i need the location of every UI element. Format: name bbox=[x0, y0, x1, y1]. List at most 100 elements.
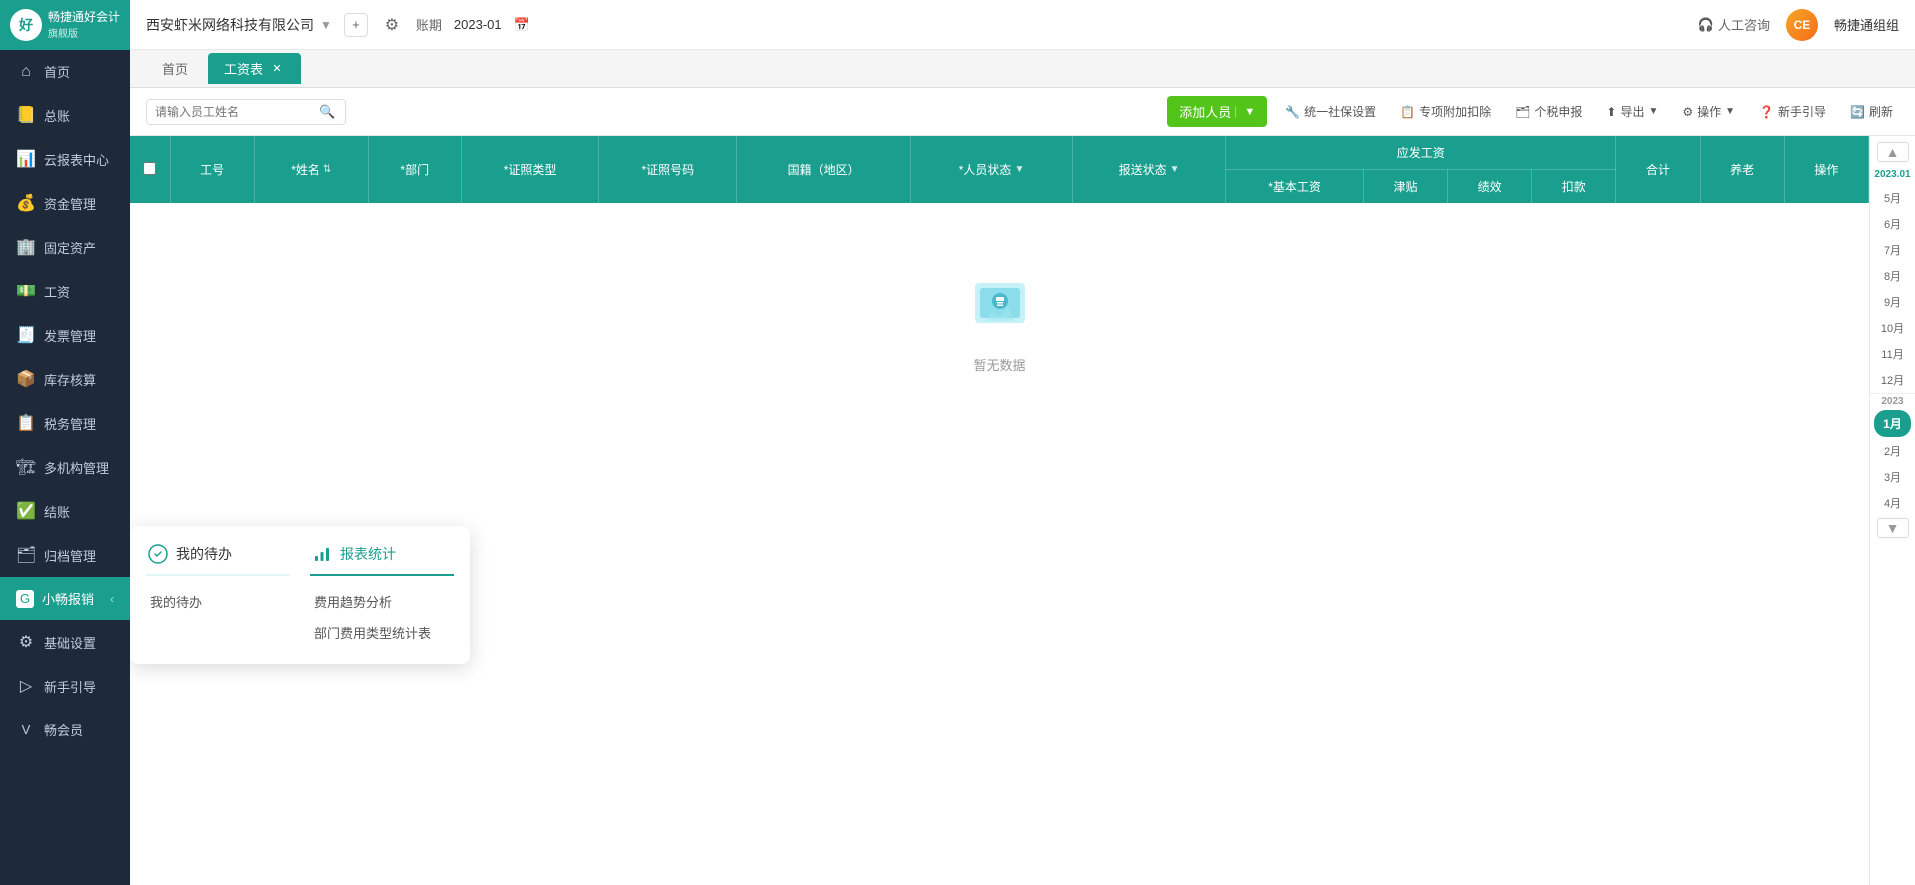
top-header: 西安虾米网络科技有限公司 ▼ + ⚙ 账期 2023-01 📅 🎧 人工咨询 C… bbox=[130, 0, 1915, 50]
refresh-button[interactable]: 🔄 刷新 bbox=[1844, 99, 1899, 124]
sidebar-item-settlement[interactable]: ✅ 结账 bbox=[0, 489, 130, 533]
popup-reports-header[interactable]: 报表统计 bbox=[310, 542, 454, 576]
popup-menu: 我的待办 我的待办 bbox=[130, 526, 470, 664]
export-button[interactable]: ⬆ 导出 ▼ bbox=[1600, 99, 1664, 124]
tab-salary-label: 工资表 bbox=[224, 59, 263, 78]
sidebar-item-assets[interactable]: 🏢 固定资产 bbox=[0, 225, 130, 269]
company-selector[interactable]: 西安虾米网络科技有限公司 ▼ bbox=[146, 15, 332, 35]
popup-reports-item-1[interactable]: 费用趋势分析 bbox=[310, 586, 454, 617]
timeline-nov[interactable]: 11月 bbox=[1870, 341, 1915, 367]
timeline-down-button[interactable]: ▼ bbox=[1877, 518, 1909, 538]
ledger-icon: 📒 bbox=[16, 105, 36, 125]
add-person-button[interactable]: 添加人员 ▼ bbox=[1167, 96, 1267, 127]
timeline-aug[interactable]: 8月 bbox=[1870, 263, 1915, 289]
timeline-dec[interactable]: 12月 bbox=[1870, 367, 1915, 393]
sidebar-label-inventory: 库存核算 bbox=[44, 370, 96, 389]
company-name: 西安虾米网络科技有限公司 bbox=[146, 15, 314, 35]
timeline-may[interactable]: 5月 bbox=[1870, 185, 1915, 211]
sidebar-label-tax: 税务管理 bbox=[44, 414, 96, 433]
content-area: 🔍 添加人员 ▼ 🔧 统一社保设置 📋 专项附加扣除 🗂 个税申报 bbox=[130, 88, 1915, 885]
sidebar-label-settlement: 结账 bbox=[44, 502, 70, 521]
sidebar-item-guide[interactable]: ▷ 新手引导 bbox=[0, 664, 130, 708]
popup-reports-title: 报表统计 bbox=[340, 544, 396, 564]
tax-deduction-label: 专项附加扣除 bbox=[1419, 103, 1491, 120]
headset-icon: 🎧 bbox=[1698, 17, 1714, 33]
timeline-feb[interactable]: 2月 bbox=[1870, 438, 1915, 464]
avatar-initials: CE bbox=[1794, 18, 1811, 32]
search-box[interactable]: 🔍 bbox=[146, 99, 346, 125]
timeline-up-button[interactable]: ▲ bbox=[1877, 142, 1909, 162]
social-security-label: 统一社保设置 bbox=[1304, 103, 1376, 120]
sidebar-item-basic[interactable]: ⚙ 基础设置 bbox=[0, 620, 130, 664]
sidebar-label-ledger: 总账 bbox=[44, 106, 70, 125]
th-total: 合计 bbox=[1616, 136, 1700, 203]
tab-home[interactable]: 首页 bbox=[146, 53, 204, 84]
th-checkbox[interactable] bbox=[130, 136, 170, 203]
company-dropdown-icon: ▼ bbox=[320, 18, 332, 32]
service-label: 人工咨询 bbox=[1718, 15, 1770, 34]
tax-deduction-button[interactable]: 📋 专项附加扣除 bbox=[1394, 99, 1497, 124]
personal-tax-button[interactable]: 🗂 个税申报 bbox=[1509, 99, 1588, 124]
popup-todo-header[interactable]: 我的待办 bbox=[146, 542, 290, 576]
table-area: 工号 *姓名 ⇅ *部门 *证照类型 *证照号码 bbox=[130, 136, 1869, 885]
sidebar-item-multi[interactable]: 🏗 多机构管理 bbox=[0, 445, 130, 489]
sidebar-item-funds[interactable]: 💰 资金管理 bbox=[0, 181, 130, 225]
timeline-jan-current[interactable]: 1月 bbox=[1874, 410, 1911, 437]
table-container: 工号 *姓名 ⇅ *部门 *证照类型 *证照号码 bbox=[130, 136, 1869, 885]
operation-icon: ⚙ bbox=[1682, 105, 1693, 119]
sidebar-item-archive[interactable]: 🗂 归档管理 bbox=[0, 533, 130, 577]
empty-state: 暂无数据 bbox=[130, 203, 1869, 434]
sidebar-label-assets: 固定资产 bbox=[44, 238, 96, 257]
sidebar-label-multi: 多机构管理 bbox=[44, 458, 109, 477]
th-status[interactable]: *人员状态 ▼ bbox=[911, 136, 1073, 203]
home-icon: ⌂ bbox=[16, 63, 36, 81]
vip-icon: V bbox=[16, 722, 36, 737]
sidebar-item-ledger[interactable]: 📒 总账 bbox=[0, 93, 130, 137]
timeline-apr[interactable]: 4月 bbox=[1870, 490, 1915, 516]
timeline-oct[interactable]: 10月 bbox=[1870, 315, 1915, 341]
new-guide-button[interactable]: ❓ 新手引导 bbox=[1753, 99, 1832, 124]
avatar: CE bbox=[1786, 9, 1818, 41]
timeline-jul[interactable]: 7月 bbox=[1870, 237, 1915, 263]
tab-close-icon[interactable]: ✕ bbox=[269, 61, 285, 77]
timeline-jun[interactable]: 6月 bbox=[1870, 211, 1915, 237]
th-name[interactable]: *姓名 ⇅ bbox=[254, 136, 368, 203]
assets-icon: 🏢 bbox=[16, 237, 36, 257]
tab-salary[interactable]: 工资表 ✕ bbox=[208, 53, 301, 84]
period-value: 2023-01 bbox=[454, 17, 502, 32]
page-body: 工号 *姓名 ⇅ *部门 *证照类型 *证照号码 bbox=[130, 136, 1915, 885]
th-report-status[interactable]: 报送状态 ▼ bbox=[1073, 136, 1226, 203]
sidebar-item-home[interactable]: ⌂ 首页 bbox=[0, 50, 130, 93]
add-company-button[interactable]: + bbox=[344, 13, 368, 37]
popup-row: 我的待办 我的待办 bbox=[146, 542, 454, 648]
social-security-button[interactable]: 🔧 统一社保设置 bbox=[1279, 99, 1382, 124]
sidebar-item-vip[interactable]: V 畅会员 bbox=[0, 708, 130, 751]
timeline-mar[interactable]: 3月 bbox=[1870, 464, 1915, 490]
popup-todo-item-1[interactable]: 我的待办 bbox=[146, 586, 290, 617]
app-name: 畅捷通好会计 bbox=[48, 10, 120, 26]
operation-button[interactable]: ⚙ 操作 ▼ bbox=[1676, 99, 1741, 124]
sidebar-item-tax[interactable]: 📋 税务管理 bbox=[0, 401, 130, 445]
service-button[interactable]: 🎧 人工咨询 bbox=[1698, 15, 1770, 34]
sidebar-item-reports[interactable]: 📊 云报表中心 bbox=[0, 137, 130, 181]
th-dept: *部门 bbox=[368, 136, 461, 203]
multi-icon: 🏗 bbox=[16, 457, 36, 477]
user-name[interactable]: 畅捷通组组 bbox=[1834, 15, 1899, 34]
calendar-icon[interactable]: 📅 bbox=[514, 17, 530, 33]
settings-icon[interactable]: ⚙ bbox=[380, 13, 404, 37]
sidebar-label-funds: 资金管理 bbox=[44, 194, 96, 213]
sidebar-label-invoice: 发票管理 bbox=[44, 326, 96, 345]
guide-icon: ▷ bbox=[16, 676, 36, 696]
sidebar-label-home: 首页 bbox=[44, 62, 70, 81]
popup-reports-item-2[interactable]: 部门费用类型统计表 bbox=[310, 617, 454, 648]
timeline-period-display: 2023.01 bbox=[1870, 164, 1915, 185]
sidebar-label-basic: 基础设置 bbox=[44, 633, 96, 652]
sidebar-item-xiaochang[interactable]: G 小畅报销 ‹ bbox=[0, 577, 130, 620]
timeline-sep[interactable]: 9月 bbox=[1870, 289, 1915, 315]
sidebar-item-salary[interactable]: 💵 工资 bbox=[0, 269, 130, 313]
sidebar-item-invoice[interactable]: 🧾 发票管理 bbox=[0, 313, 130, 357]
search-input[interactable] bbox=[155, 105, 315, 119]
tab-bar: 首页 工资表 ✕ bbox=[130, 50, 1915, 88]
select-all-checkbox[interactable] bbox=[143, 162, 156, 175]
sidebar-item-inventory[interactable]: 📦 库存核算 bbox=[0, 357, 130, 401]
